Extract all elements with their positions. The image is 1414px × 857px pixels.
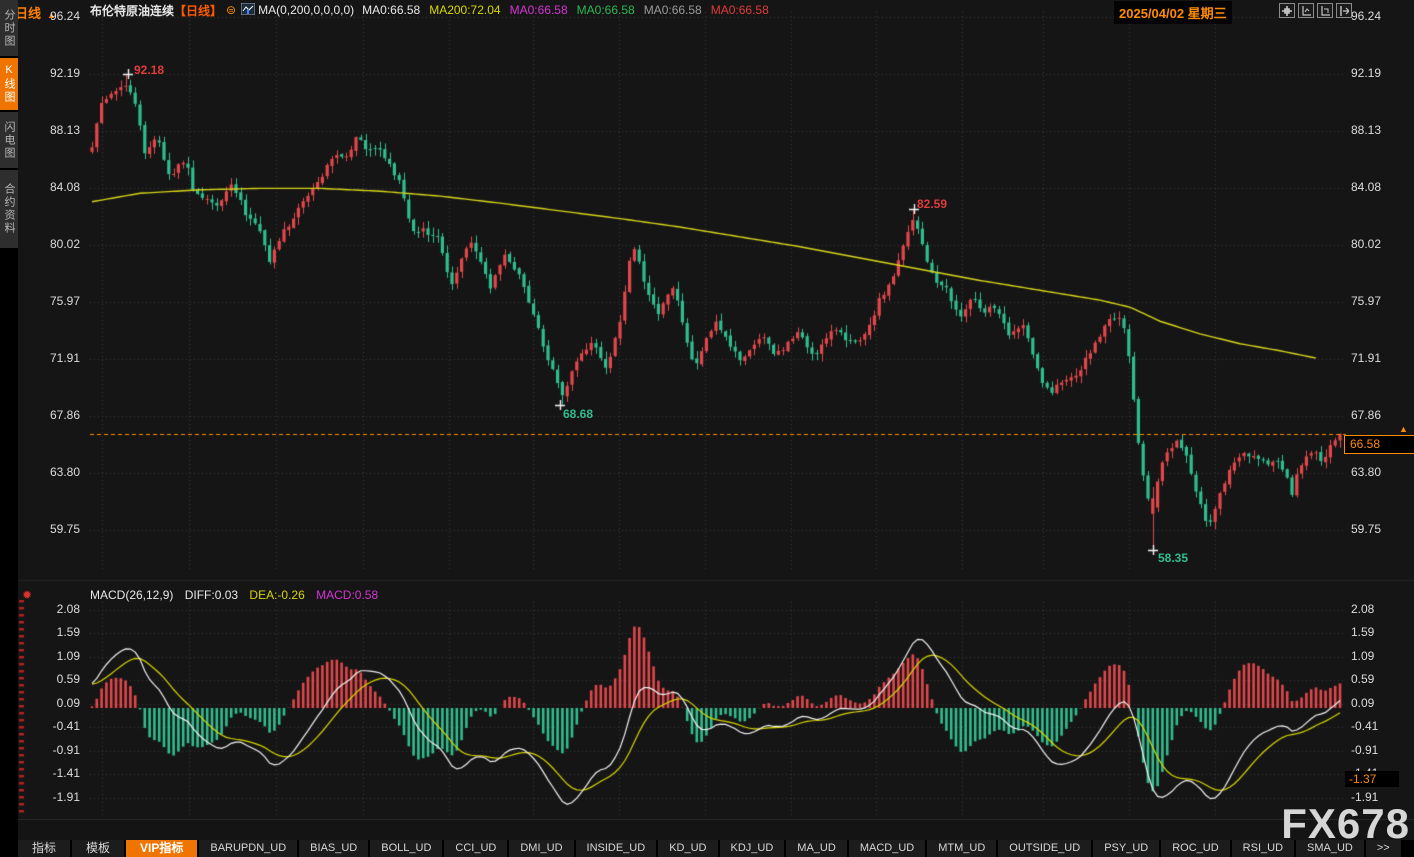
- tab-bias-ud[interactable]: BIAS_UD: [299, 840, 369, 857]
- trading-app-window: 分时图 K线图闪电图合约资料 布伦特原油连续 【日线】 ⊜ MA(0,200,0,…: [0, 0, 1414, 857]
- tab--[interactable]: >>: [1365, 840, 1401, 857]
- indicator-alert-icon[interactable]: ✹: [22, 588, 32, 602]
- sidebar-item-1[interactable]: 分时图: [0, 0, 18, 56]
- ma-values: MA0:66.58 MA200:72.04 MA0:66.58 MA0:66.58 MA…: [362, 3, 778, 17]
- tab-macd-ud[interactable]: MACD_UD: [848, 840, 926, 857]
- price-label-left: 63.80: [49, 465, 80, 480]
- macd-label-left: -1.91: [52, 789, 80, 804]
- macd-label-left: -0.91: [52, 742, 80, 757]
- ma-value-label: MA0:66.58: [509, 3, 568, 17]
- price-label-right: 88.13: [1351, 123, 1382, 137]
- extreme-price-annotation: 68.68: [563, 407, 594, 421]
- sidebar-item-2[interactable]: K线图: [0, 58, 18, 110]
- tab-boll-ud[interactable]: BOLL_UD: [370, 840, 443, 857]
- macd-header: MACD(26,12,9) DIFF:0.03 DEA:-0.26 MACD:0…: [90, 588, 378, 602]
- extreme-price-annotation: 82.59: [917, 197, 948, 211]
- tab-inside-ud[interactable]: INSIDE_UD: [575, 840, 657, 857]
- indicator-tabbar: 指标 模板 VIP指标 BARUPDN_UD BIAS_UD BOLL_UD CCI_UD D…: [0, 840, 1414, 857]
- price-label-left: 71.91: [49, 351, 80, 366]
- time-axis-strip: [18, 819, 1414, 841]
- axis-scale-left-icon[interactable]: [1298, 3, 1314, 18]
- macd-label-right: -0.41: [1351, 719, 1379, 734]
- ma-value-label: MA0:66.58: [643, 3, 702, 17]
- candlestick-chart-canvas[interactable]: [0, 0, 1414, 820]
- macd-crosshair-value: -1.37: [1345, 771, 1399, 787]
- tab-kdj-ud[interactable]: KDJ_UD: [719, 840, 785, 857]
- sidebar-item-4[interactable]: 合约资料: [0, 170, 18, 248]
- chart-toolbar-icons: [1279, 3, 1352, 18]
- ma-value-label: MA0:66.58: [362, 3, 421, 17]
- tab-roc-ud[interactable]: ROC_UD: [1161, 840, 1230, 857]
- macd-label-left: -0.41: [52, 719, 80, 734]
- macd-label-right: 1.59: [1351, 625, 1375, 640]
- price-label-right: 71.91: [1351, 351, 1382, 366]
- macd-label-right: 1.09: [1351, 648, 1375, 663]
- mini-chart-icon: [240, 2, 256, 18]
- price-label-left: 96.24: [49, 9, 80, 23]
- macd-label-right: 0.09: [1351, 695, 1375, 710]
- price-label-left: 80.02: [49, 237, 80, 252]
- pan-right-icon[interactable]: [1336, 3, 1352, 18]
- period-tag: 【日线】: [174, 3, 223, 18]
- macd-label-left: 1.59: [56, 625, 80, 640]
- macd-params: MACD(26,12,9): [90, 588, 174, 602]
- tab-barupdn-ud[interactable]: BARUPDN_UD: [199, 840, 298, 857]
- tab-sma-ud[interactable]: SMA_UD: [1296, 840, 1364, 857]
- price-label-right: 84.08: [1351, 179, 1382, 194]
- price-label-right: 96.24: [1351, 9, 1382, 23]
- price-label-left: 88.13: [49, 123, 80, 137]
- macd-label-left: 2.08: [56, 602, 80, 617]
- price-label-right: 59.75: [1351, 522, 1382, 536]
- ma-value-label: MA0:66.58: [710, 3, 769, 17]
- tab-dmi-ud[interactable]: DMI_UD: [509, 840, 574, 857]
- price-up-arrow-icon: ▲: [1399, 424, 1408, 434]
- price-label-right: 92.19: [1351, 65, 1382, 80]
- tab-outside-ud[interactable]: OUTSIDE_UD: [998, 840, 1092, 857]
- tab-ma-ud[interactable]: MA_UD: [786, 840, 847, 857]
- macd-label-right: 0.59: [1351, 672, 1375, 687]
- price-label-left: 92.19: [49, 65, 80, 80]
- indicator-menu-icon[interactable]: ⊜: [226, 3, 236, 17]
- tab-kd-ud[interactable]: KD_UD: [658, 840, 718, 857]
- tab-vip指标[interactable]: VIP指标: [126, 840, 198, 857]
- macd-diff-value: DIFF:0.03: [184, 588, 239, 602]
- ma-value-label: MA200:72.04: [429, 3, 501, 17]
- macd-dea-value: DEA:-0.26: [249, 588, 305, 602]
- symbol-title: 布伦特原油连续: [90, 3, 175, 18]
- tab-cci-ud[interactable]: CCI_UD: [444, 840, 508, 857]
- axis-scale-right-icon[interactable]: [1317, 3, 1333, 18]
- ma-value-label: MA0:66.58: [576, 3, 635, 17]
- sidebar-item-3[interactable]: 闪电图: [0, 112, 18, 168]
- macd-label-right: 2.08: [1351, 602, 1375, 617]
- price-label-left: 75.97: [49, 293, 80, 308]
- move-icon[interactable]: [1279, 3, 1295, 18]
- last-price-tag: 66.58: [1344, 435, 1414, 454]
- price-label-left: 59.75: [49, 522, 80, 536]
- extreme-price-annotation: 58.35: [1158, 551, 1189, 565]
- ma-params: MA(0,200,0,0,0,0): [258, 3, 355, 17]
- chart-topbar: 布伦特原油连续 【日线】 ⊜ MA(0,200,0,0,0,0) MA0:66.…: [90, 2, 778, 18]
- tab-rsi-ud[interactable]: RSI_UD: [1231, 840, 1295, 857]
- macd-label-left: 1.09: [56, 648, 80, 663]
- price-label-right: 80.02: [1351, 237, 1382, 252]
- macd-label-left: 0.09: [56, 695, 80, 710]
- tab-模板[interactable]: 模板: [72, 840, 125, 857]
- macd-label-left: -1.41: [52, 766, 80, 781]
- macd-label-right: -0.91: [1351, 742, 1379, 757]
- price-label-right: 75.97: [1351, 293, 1382, 308]
- price-label-left: 67.86: [49, 407, 80, 422]
- price-label-right: 67.86: [1351, 407, 1382, 422]
- price-label-left: 84.08: [49, 179, 80, 194]
- left-sidebar: 分时图 K线图闪电图合约资料: [0, 0, 18, 857]
- tab-psy-ud[interactable]: PSY_UD: [1093, 840, 1160, 857]
- crosshair-date-badge: 2025/04/02 星期三: [1114, 1, 1232, 24]
- macd-label-left: 0.59: [56, 672, 80, 687]
- extreme-price-annotation: 92.18: [134, 63, 165, 77]
- tab-mtm-ud[interactable]: MTM_UD: [927, 840, 997, 857]
- macd-macd-value: MACD:0.58: [316, 588, 379, 602]
- price-label-right: 63.80: [1351, 465, 1382, 480]
- tab-指标[interactable]: 指标: [18, 840, 71, 857]
